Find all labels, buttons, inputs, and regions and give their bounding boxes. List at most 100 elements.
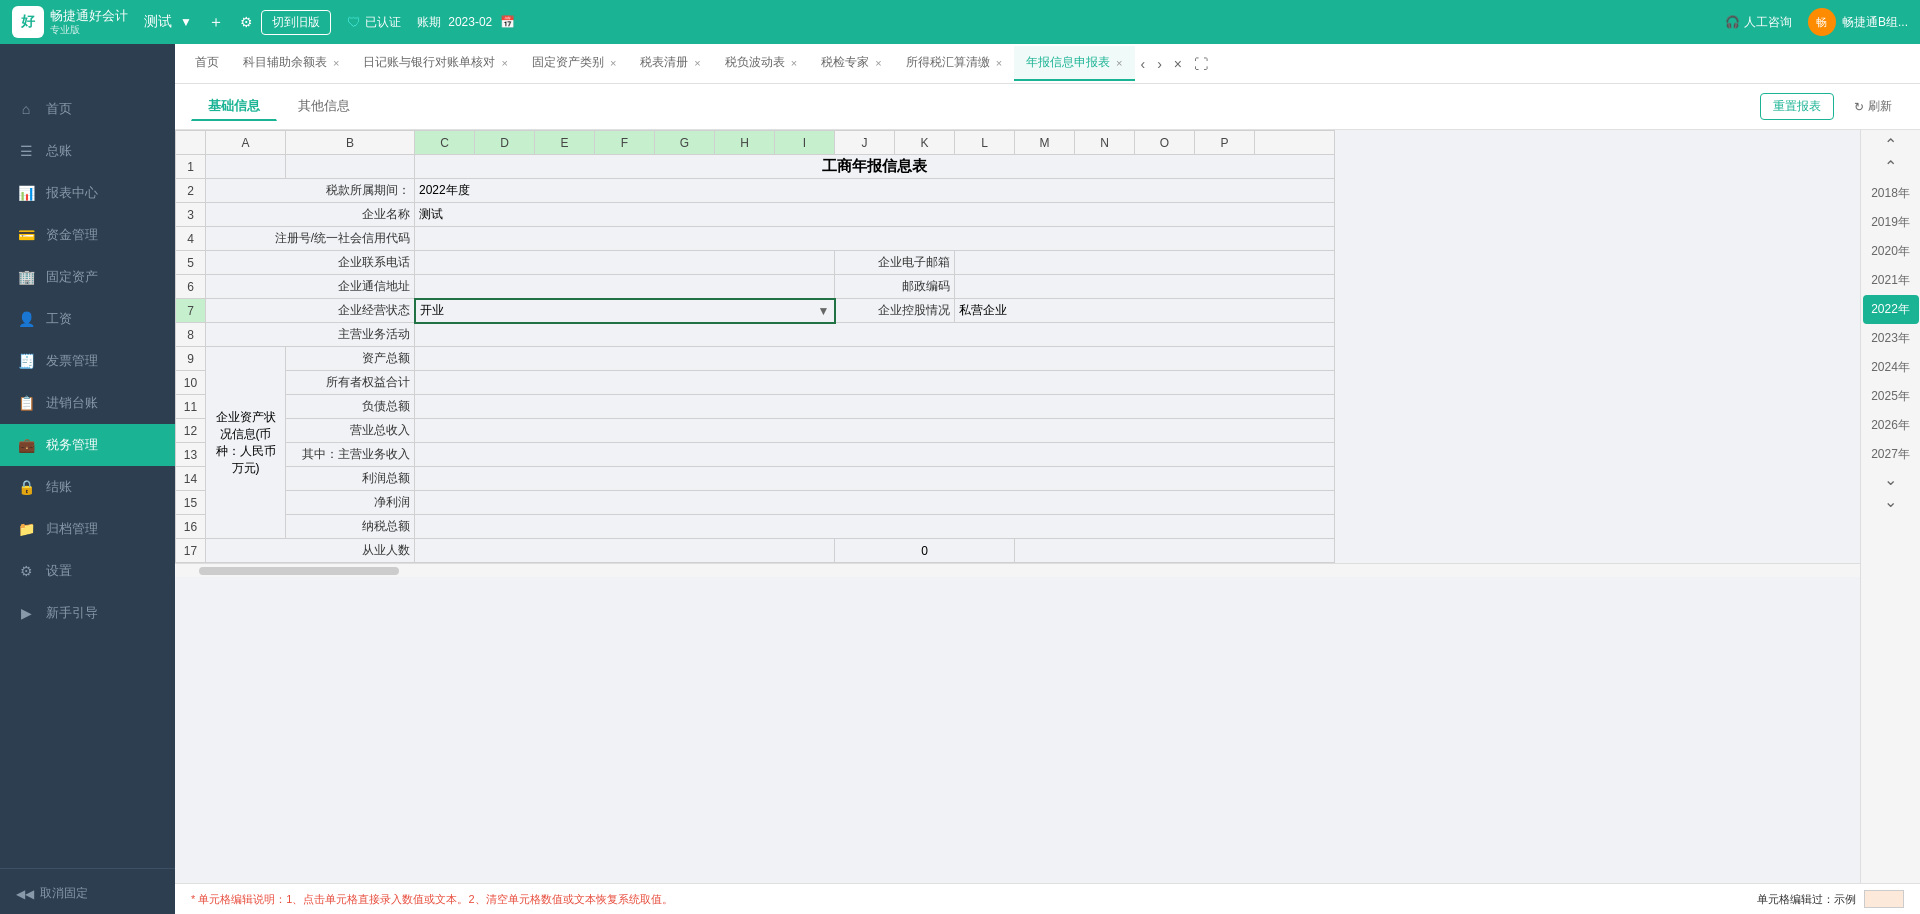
col-header-M[interactable]: M [1015,131,1075,155]
sidebar-item-reports[interactable]: 📊 报表中心 [0,172,175,214]
cell-16-value[interactable] [415,515,1335,539]
sidebar-item-funds[interactable]: 💳 资金管理 [0,214,175,256]
tab-close-tax-table[interactable]: × [694,57,700,69]
reset-report-button[interactable]: 重置报表 [1760,93,1834,120]
cell-12-value[interactable] [415,419,1335,443]
double-down-icon[interactable]: ⌄ [1884,469,1897,491]
col-header-O[interactable]: O [1135,131,1195,155]
year-item-2021[interactable]: 2021年 [1863,266,1919,295]
col-header-E[interactable]: E [535,131,595,155]
cell-8-value[interactable] [415,323,1335,347]
tab-close-journal[interactable]: × [501,57,507,69]
cell-17-middle[interactable]: 0 [835,539,1015,563]
col-header-K[interactable]: K [895,131,955,155]
col-header-N[interactable]: N [1075,131,1135,155]
year-item-2027[interactable]: 2027年 [1863,440,1919,469]
cell-11-value[interactable] [415,395,1335,419]
col-header-I[interactable]: I [775,131,835,155]
col-header-D[interactable]: D [475,131,535,155]
sidebar-item-invoice[interactable]: 🧾 发票管理 [0,340,175,382]
cell-13-value[interactable] [415,443,1335,467]
tab-tax-wave[interactable]: 税负波动表 × [713,46,809,81]
col-header-L[interactable]: L [955,131,1015,155]
tab-journal[interactable]: 日记账与银行对账单核对 × [351,46,519,81]
workspace-settings-icon[interactable]: ⚙ [240,14,253,30]
year-item-2024[interactable]: 2024年 [1863,353,1919,382]
cell-5-value[interactable] [415,251,835,275]
col-header-F[interactable]: F [595,131,655,155]
sidebar-item-ledger[interactable]: ☰ 总账 [0,130,175,172]
cell-6-value[interactable] [415,275,835,299]
cancel-fixed-button[interactable]: ◀◀ 取消固定 [0,873,175,914]
col-header-G[interactable]: G [655,131,715,155]
chevron-up-icon[interactable]: ⌃ [1884,134,1897,156]
tab-scroll-right-button[interactable]: › [1151,52,1168,76]
cell-1-A[interactable] [206,155,286,179]
year-scroll-down[interactable]: ⌄ ⌄ [1884,469,1897,514]
year-item-2019[interactable]: 2019年 [1863,208,1919,237]
sidebar-item-archive[interactable]: 📁 归档管理 [0,508,175,550]
horizontal-scrollbar[interactable] [175,563,1860,577]
tab-close-tax-wave[interactable]: × [791,57,797,69]
tab-fixed-asset[interactable]: 固定资产类别 × [520,46,628,81]
refresh-button[interactable]: ↻ 刷新 [1842,93,1904,120]
tab-close-aux[interactable]: × [333,57,339,69]
cell-7-right-value[interactable]: 私营企业 [955,299,1335,323]
sidebar-item-fixed-assets[interactable]: 🏢 固定资产 [0,256,175,298]
col-header-Q[interactable] [1255,131,1335,155]
year-item-2020[interactable]: 2020年 [1863,237,1919,266]
col-header-J[interactable]: J [835,131,895,155]
tab-close-tax-check[interactable]: × [875,57,881,69]
sidebar-item-guide[interactable]: ▶ 新手引导 [0,592,175,634]
tab-expand-button[interactable]: ⛶ [1188,52,1214,76]
sidebar-item-tax[interactable]: 💼 税务管理 [0,424,175,466]
col-header-A[interactable]: A [206,131,286,155]
tab-close-annual[interactable]: × [1116,57,1122,69]
tab-close-income-tax[interactable]: × [996,57,1002,69]
add-workspace-button[interactable]: ＋ [208,12,224,33]
sidebar-item-home[interactable]: ⌂ 首页 [0,88,175,130]
switch-old-version-button[interactable]: 切到旧版 [261,10,331,35]
tab-close-all-button[interactable]: × [1168,52,1188,76]
spreadsheet-main[interactable]: A B C D E F G H I J K L [175,130,1860,883]
tab-home[interactable]: 首页 [183,46,231,81]
sidebar-item-close[interactable]: 🔒 结账 [0,466,175,508]
tab-aux[interactable]: 科目辅助余额表 × [231,46,351,81]
cell-6-right-value[interactable] [955,275,1335,299]
tab-tax-table[interactable]: 税表清册 × [628,46,712,81]
col-header-P[interactable]: P [1195,131,1255,155]
year-item-2022[interactable]: 2022年 [1863,295,1919,324]
dropdown-arrow-icon[interactable]: ▼ [818,304,830,318]
year-item-2018[interactable]: 2018年 [1863,179,1919,208]
year-item-2026[interactable]: 2026年 [1863,411,1919,440]
cell-4-value[interactable] [415,227,1335,251]
cell-1-B[interactable] [286,155,415,179]
cell-5-right-value[interactable] [955,251,1335,275]
col-header-H[interactable]: H [715,131,775,155]
double-up-icon[interactable]: ⌃ [1884,156,1897,178]
cell-15-value[interactable] [415,491,1335,515]
workspace-dropdown-icon[interactable]: ▼ [180,15,192,29]
year-scroll-up[interactable]: ⌃ ⌃ [1884,134,1897,179]
sidebar-item-settings[interactable]: ⚙ 设置 [0,550,175,592]
sidebar-item-payroll[interactable]: 👤 工资 [0,298,175,340]
cell-3-value[interactable]: 测试 [415,203,1335,227]
scrollbar-thumb[interactable] [199,567,399,575]
sidebar-item-purchase[interactable]: 📋 进销台账 [0,382,175,424]
cell-10-value[interactable] [415,371,1335,395]
col-header-C[interactable]: C [415,131,475,155]
chevron-down-icon[interactable]: ⌄ [1884,491,1897,513]
sub-tab-other[interactable]: 其他信息 [281,92,367,121]
tab-scroll-left-button[interactable]: ‹ [1135,52,1152,76]
cell-17-right[interactable] [1015,539,1335,563]
tab-close-fixed-asset[interactable]: × [610,57,616,69]
cell-7-value[interactable]: 开业 ▼ [415,299,835,323]
cell-14-value[interactable] [415,467,1335,491]
col-header-B[interactable]: B [286,131,415,155]
calendar-icon[interactable]: 📅 [500,15,515,29]
year-item-2023[interactable]: 2023年 [1863,324,1919,353]
tab-annual[interactable]: 年报信息申报表 × [1014,46,1134,81]
year-item-2025[interactable]: 2025年 [1863,382,1919,411]
cell-9-value[interactable] [415,347,1335,371]
service-button[interactable]: 🎧 人工咨询 [1725,14,1792,31]
